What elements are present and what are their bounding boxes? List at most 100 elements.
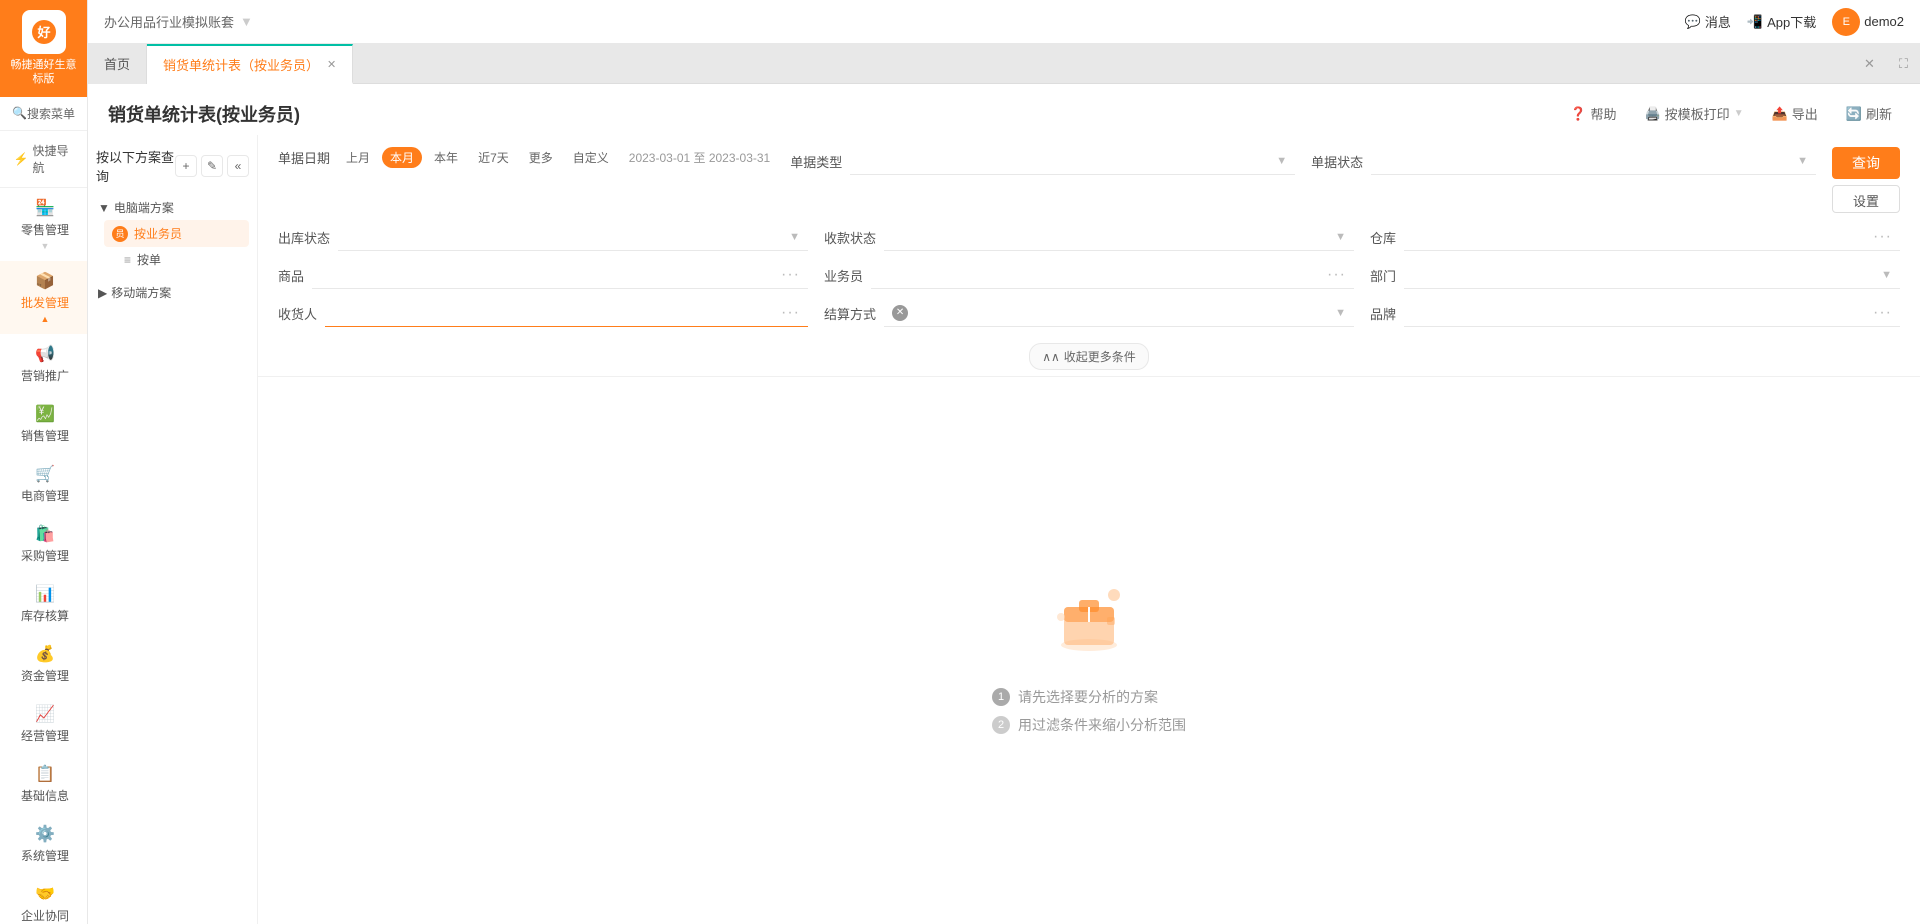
payment-dropdown[interactable]: ▼ [884,223,1354,251]
type-label: 单据类型 [790,152,842,171]
breadcrumb: 办公用品行业模拟账套 ▼ [104,12,1673,31]
empty-state: 1 请先选择要分析的方案 2 用过滤条件来缩小分析范围 [258,377,1920,924]
salesperson-control[interactable]: ··· [871,261,1354,289]
sidebar-item-inventory[interactable]: 📊 库存核算 [0,574,87,634]
receiver-filter: 收货人 ··· [278,299,808,327]
help-btn[interactable]: ❓ 帮助 [1562,100,1624,127]
mobile-scheme-label: 移动端方案 [111,284,171,301]
sidebar-item-basic[interactable]: 📋 基础信息 [0,754,87,814]
zero-retail-icon: 🏪 [35,198,55,218]
brand-control[interactable]: ··· [1404,299,1900,327]
expand-icon: ▲ [41,314,50,324]
sidebar: 好 畅捷通好生意 标版 🔍 搜索菜单 ⚡ 快捷导航 🏪 零售管理 ▼ 📦 批发管… [0,0,88,924]
filter-row-3: 商品 ··· 业务员 ··· [278,261,1900,289]
settlement-filter: 结算方式 ✕ ▼ [824,299,1354,327]
receiver-label: 收货人 [278,304,317,323]
sidebar-item-marketing[interactable]: 📢 营销推广 [0,334,87,394]
date-tab-7days[interactable]: 近7天 [470,147,517,168]
plus-icon: + [182,159,189,173]
setting-button[interactable]: 设置 [1832,185,1900,213]
mobile-scheme-section: ▶ 移动端方案 [96,280,249,305]
edit-scheme-btn[interactable]: ✎ [201,155,223,177]
salesperson-scheme-icon: 员 [112,226,128,242]
search-menu-item[interactable]: 🔍 搜索菜单 [0,97,87,131]
sidebar-item-zero-retail[interactable]: 🏪 零售管理 ▼ [0,188,87,261]
sidebar-item-enterprise[interactable]: 🤝 企业协同 [0,874,87,924]
help-icon: ❓ [1570,106,1586,122]
out-status-filter: 出库状态 ▼ [278,223,808,251]
marketing-icon: 📢 [35,344,55,364]
type-dropdown[interactable]: ▼ [850,147,1295,175]
right-area: 单据日期 上月 本月 本年 近7天 更多 自定义 2023-03-01 至 20… [258,135,1920,924]
date-tab-more[interactable]: 更多 [521,147,561,168]
sidebar-item-wholesale[interactable]: 📦 批发管理 ▲ [0,261,87,334]
message-btn[interactable]: 💬 消息 [1685,12,1731,31]
app-download-btn[interactable]: 📲 App下载 [1747,12,1816,31]
collapse-btn[interactable]: ∧∧ 收起更多条件 [1029,343,1149,370]
collapse-panel-btn[interactable]: « [227,155,249,177]
empty-steps: 1 请先选择要分析的方案 2 用过滤条件来缩小分析范围 [992,687,1186,735]
collapse-icon: « [235,159,242,173]
settlement-dropdown[interactable]: ✕ ▼ [884,299,1354,327]
desktop-scheme-title[interactable]: ▼ 电脑端方案 [96,195,249,220]
sidebar-item-label: 系统管理 [21,847,69,864]
sidebar-menu: 🏪 零售管理 ▼ 📦 批发管理 ▲ 📢 营销推广 💹 销售管理 🛒 电商管理 🛍… [0,188,87,924]
tab-close-btn[interactable]: ✕ [327,58,336,71]
enterprise-icon: 🤝 [35,884,55,904]
expand-icon: ▼ [41,241,50,251]
template-print-btn[interactable]: 🖨️ 按模板打印 ▼ [1636,100,1751,127]
user-menu[interactable]: E demo2 [1832,8,1904,36]
scheme-item-order[interactable]: ≡ 按单 [116,247,249,272]
settlement-label: 结算方式 [824,304,876,323]
status-dropdown[interactable]: ▼ [1371,147,1816,175]
scheme-item-salesperson[interactable]: 员 按业务员 [104,220,249,247]
sidebar-item-label: 零售管理 [21,221,69,238]
warehouse-control[interactable]: ··· [1404,223,1900,251]
sidebar-item-label: 基础信息 [21,787,69,804]
sidebar-item-finance[interactable]: 💰 资金管理 [0,634,87,694]
tab-sales-stats[interactable]: 销货单统计表（按业务员） ✕ [147,44,353,84]
sidebar-item-sales[interactable]: 💹 销售管理 [0,394,87,454]
breadcrumb-text: 办公用品行业模拟账套 [104,12,234,31]
date-tab-this-year[interactable]: 本年 [426,147,466,168]
tab-home[interactable]: 首页 [88,44,147,84]
app-download-label: App下载 [1767,12,1816,31]
empty-step-2: 2 用过滤条件来缩小分析范围 [992,715,1186,735]
sidebar-item-label: 营销推广 [21,367,69,384]
date-tab-custom[interactable]: 自定义 [565,147,617,168]
empty-step-1: 1 请先选择要分析的方案 [992,687,1186,707]
product-filter: 商品 ··· [278,261,808,289]
mobile-scheme-title[interactable]: ▶ 移动端方案 [96,280,249,305]
content-body: 按以下方案查询 + ✎ « ▼ [88,135,1920,924]
brand-label: 品牌 [1370,304,1396,323]
sidebar-item-ecommerce[interactable]: 🛒 电商管理 [0,454,87,514]
product-control[interactable]: ··· [312,261,808,289]
query-button[interactable]: 查询 [1832,147,1900,179]
empty-illustration [1039,567,1139,667]
window-close-btn[interactable]: ✕ [1852,56,1887,72]
sidebar-item-system[interactable]: ⚙️ 系统管理 [0,814,87,874]
date-label: 单据日期 [278,148,330,167]
settlement-clear-btn[interactable]: ✕ [892,305,908,321]
receiver-control[interactable]: ··· [325,299,808,327]
tab-sales-stats-label: 销货单统计表（按业务员） [163,55,319,74]
window-maximize-btn[interactable]: ⛶ [1887,56,1920,72]
quick-nav-btn[interactable]: ⚡ 快捷导航 [9,137,79,181]
topbar-right: 💬 消息 📲 App下载 E demo2 [1685,8,1904,36]
salesperson-label: 业务员 [824,266,863,285]
wholesale-icon: 📦 [35,271,55,291]
date-tab-this-month[interactable]: 本月 [382,147,422,168]
date-tab-last-month[interactable]: 上月 [338,147,378,168]
desktop-scheme-label: 电脑端方案 [114,199,174,216]
sidebar-item-operation[interactable]: 📈 经营管理 [0,694,87,754]
refresh-btn[interactable]: 🔄 刷新 [1838,100,1900,127]
sidebar-item-purchase[interactable]: 🛍️ 采购管理 [0,514,87,574]
out-status-dropdown[interactable]: ▼ [338,223,808,251]
left-panel-title: 按以下方案查询 [96,147,175,185]
brand-dots-icon: ··· [1873,304,1892,322]
dept-dropdown[interactable]: ▼ [1404,261,1900,289]
logo[interactable]: 好 畅捷通好生意 标版 [0,0,87,97]
export-btn[interactable]: 📤 导出 [1764,100,1826,127]
system-icon: ⚙️ [35,824,55,844]
add-scheme-btn[interactable]: + [175,155,197,177]
